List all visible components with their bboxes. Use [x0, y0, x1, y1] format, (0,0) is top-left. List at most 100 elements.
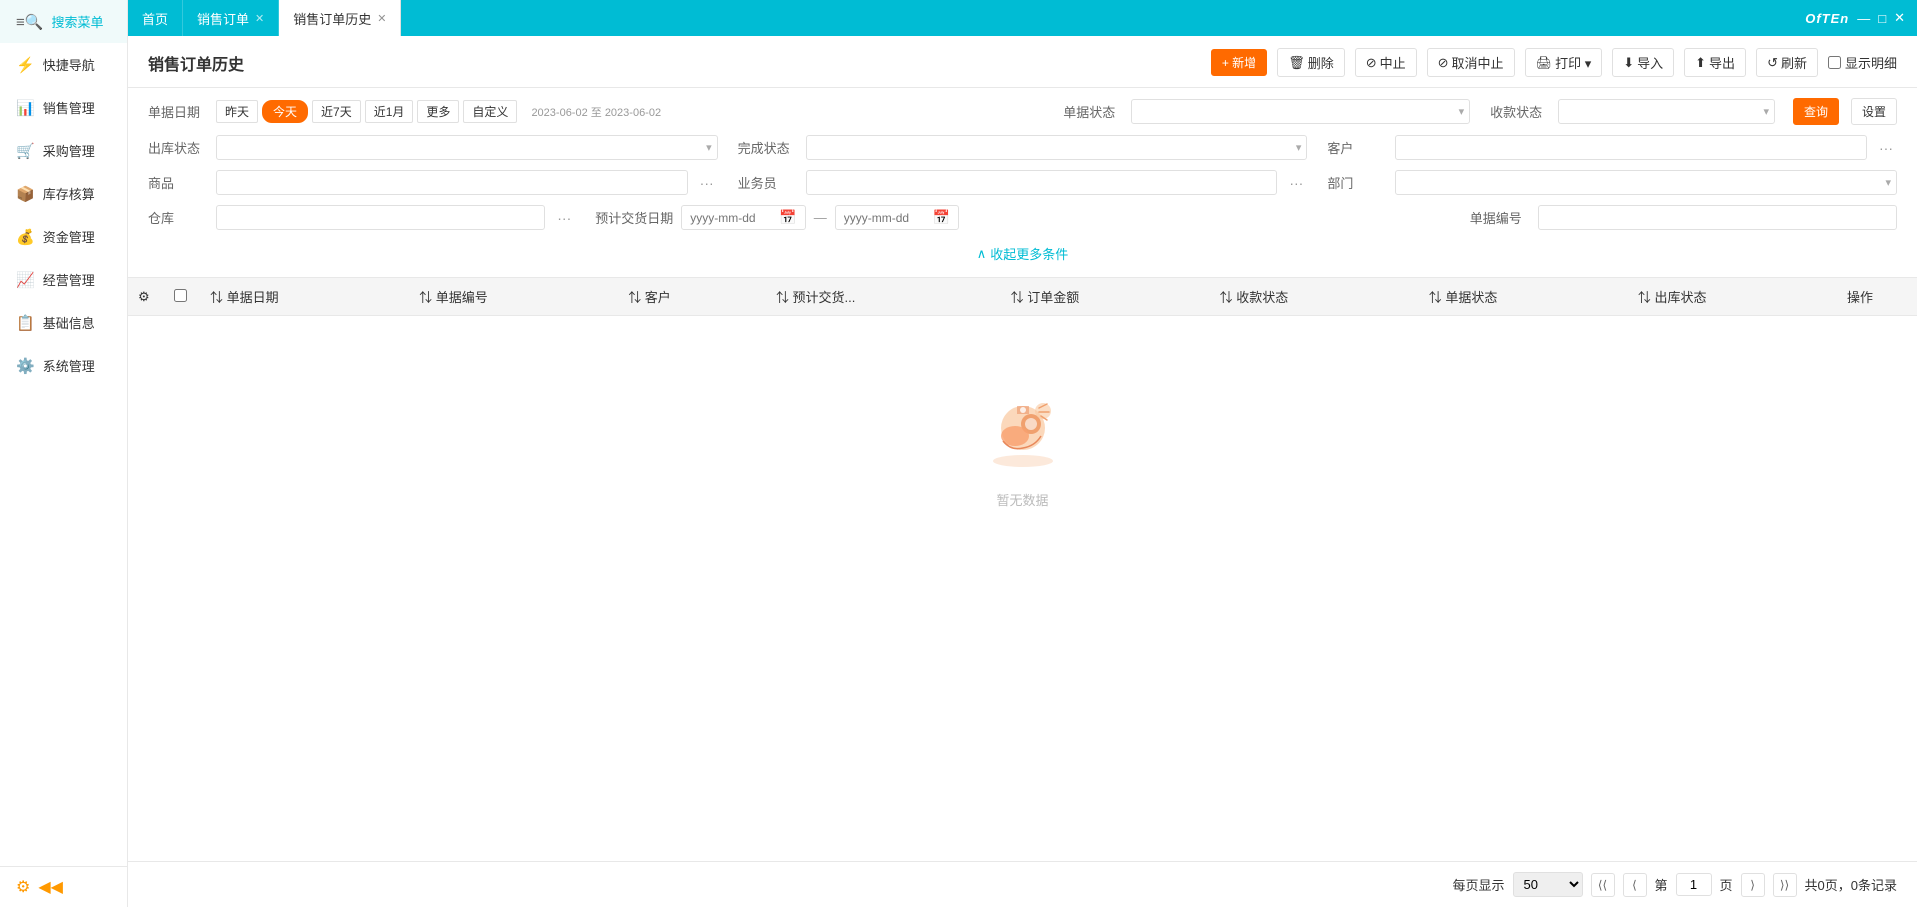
sidebar-item-capital-mgmt[interactable]: 💰 资金管理 — [0, 215, 127, 258]
next-page-btn[interactable]: ⟩ — [1741, 873, 1765, 897]
toolbar: + 新增 🗑 🗑 删除 删除 ⊘ 中止 ⊘ 取消中止 — [1211, 48, 1897, 77]
collapse-label: 收起更多条件 — [990, 244, 1068, 263]
sidebar-label-sales-mgmt: 销售管理 — [43, 98, 95, 117]
delivery-date-from-input[interactable] — [690, 211, 775, 225]
table-header-row: ⚙ ⇅ 单据日期 ⇅ 单据编号 ⇅ 客户 — [128, 278, 1917, 316]
inventory-check-icon: 📦 — [16, 185, 35, 203]
collapse-up-icon: ∧ — [977, 246, 987, 262]
product-input[interactable] — [216, 170, 688, 195]
page-input[interactable] — [1676, 873, 1712, 896]
topbar-min-btn[interactable]: — — [1857, 11, 1870, 26]
tab-sales-order-close[interactable]: ✕ — [255, 12, 264, 25]
cancel-stop-button[interactable]: ⊘ 取消中止 — [1427, 48, 1515, 77]
payment-status-label: 收款状态 — [1490, 102, 1550, 121]
date-range-text: 2023-06-02 至 2023-06-02 — [531, 104, 661, 120]
date-btn-more[interactable]: 更多 — [417, 100, 459, 123]
th-payment-status-label: ⇅ 收款状态 — [1220, 290, 1289, 305]
capital-mgmt-icon: 💰 — [16, 228, 35, 246]
topbar-brand: OfTEn — [1805, 11, 1849, 26]
last-page-btn[interactable]: ⟩⟩ — [1773, 873, 1797, 897]
sidebar-item-search-menu[interactable]: ≡🔍 搜索菜单 — [0, 0, 127, 43]
topbar: 首页 销售订单 ✕ 销售订单历史 ✕ OfTEn — □ ✕ — [128, 0, 1917, 36]
filter-complete-status: 完成状态 ▾ — [738, 135, 1308, 160]
salesperson-dots-btn[interactable]: ··· — [1285, 175, 1307, 191]
date-btn-yesterday[interactable]: 昨天 — [216, 100, 258, 123]
customer-input[interactable] — [1395, 135, 1867, 160]
date-btn-1month[interactable]: 近1月 — [365, 100, 414, 123]
prev-page-btn[interactable]: ⟨ — [1623, 873, 1647, 897]
tab-sales-order-history[interactable]: 销售订单历史 ✕ — [279, 0, 401, 36]
sidebar-item-system-mgmt[interactable]: ⚙️ 系统管理 — [0, 344, 127, 387]
complete-status-label: 完成状态 — [738, 138, 798, 157]
warehouse-dots-btn[interactable]: ··· — [553, 210, 575, 226]
sidebar-collapse-icon[interactable]: ◀◀ — [38, 877, 63, 897]
date-btn-custom[interactable]: 自定义 — [463, 100, 517, 123]
show-detail-checkbox-label[interactable]: 显示明细 — [1828, 53, 1897, 72]
table-settings-icon[interactable]: ⚙ — [138, 289, 150, 304]
new-button[interactable]: + 新增 — [1211, 49, 1267, 76]
warehouse-input[interactable] — [216, 205, 545, 230]
order-status-select[interactable] — [1131, 99, 1470, 124]
date-btn-7days[interactable]: 近7天 — [312, 100, 361, 123]
payment-status-select[interactable] — [1558, 99, 1775, 124]
sidebar-item-inventory-check[interactable]: 📦 库存核算 — [0, 172, 127, 215]
sidebar-item-basic-info[interactable]: 📋 基础信息 — [0, 301, 127, 344]
sales-mgmt-icon: 📊 — [16, 99, 35, 117]
filter-order-status: 单据状态 ▾ — [1063, 99, 1470, 124]
settings-button[interactable]: 设置 — [1851, 98, 1897, 125]
th-checkbox — [164, 278, 200, 316]
export-button[interactable]: ⬆ 导出 — [1684, 48, 1746, 77]
delivery-date-to-calendar-icon[interactable]: 📅 — [933, 209, 950, 226]
sidebar-settings-icon[interactable]: ⚙ — [16, 877, 30, 897]
first-page-btn[interactable]: ⟨⟨ — [1591, 873, 1615, 897]
filter-row-1: 单据日期 昨天 今天 近7天 近1月 更多 自定义 2023-06-02 至 2… — [148, 98, 1897, 125]
delivery-date-to-input[interactable] — [844, 211, 929, 225]
product-dots-btn[interactable]: ··· — [696, 175, 718, 191]
refresh-button[interactable]: ↺ 刷新 — [1756, 48, 1818, 77]
complete-status-select-wrapper: ▾ — [806, 135, 1308, 160]
select-all-checkbox[interactable] — [174, 289, 187, 302]
salesperson-input[interactable] — [806, 170, 1278, 195]
dept-label: 部门 — [1327, 173, 1387, 192]
customer-dots-btn[interactable]: ··· — [1875, 140, 1897, 156]
sidebar-item-quick-nav[interactable]: ⚡ 快捷导航 — [0, 43, 127, 86]
th-out-status: ⇅ 出库状态 — [1628, 278, 1837, 316]
show-detail-checkbox[interactable] — [1828, 56, 1841, 69]
warehouse-label: 仓库 — [148, 208, 208, 227]
dept-select[interactable] — [1395, 170, 1897, 195]
topbar-right: OfTEn — □ ✕ — [1805, 10, 1917, 26]
date-label: 单据日期 — [148, 102, 208, 121]
sidebar-label-search-menu: 搜索菜单 — [51, 12, 103, 31]
data-table: ⚙ ⇅ 单据日期 ⇅ 单据编号 ⇅ 客户 — [128, 278, 1917, 569]
per-page-select[interactable]: 50 10 20 100 — [1513, 872, 1583, 897]
sidebar-item-purchase-mgmt[interactable]: 🛒 采购管理 — [0, 129, 127, 172]
stop-button[interactable]: ⊘ 中止 — [1355, 48, 1417, 77]
topbar-max-btn[interactable]: □ — [1878, 11, 1886, 26]
filter-product: 商品 ··· — [148, 170, 718, 195]
page-title-row: 销售订单历史 + 新增 🗑 🗑 删除 删除 ⊘ 中止 ⊘ 取消中止 — [148, 48, 1897, 77]
topbar-close-btn[interactable]: ✕ — [1894, 10, 1905, 26]
filter-payment-status: 收款状态 ▾ 查询 设置 — [1490, 98, 1897, 125]
tab-sales-order-history-close[interactable]: ✕ — [377, 12, 386, 25]
tab-home[interactable]: 首页 — [128, 0, 183, 36]
sidebar-label-capital-mgmt: 资金管理 — [43, 227, 95, 246]
order-no-input[interactable] — [1538, 205, 1897, 230]
out-status-label: 出库状态 — [148, 138, 208, 157]
tab-sales-order[interactable]: 销售订单 ✕ — [183, 0, 279, 36]
delete-button[interactable]: 🗑 🗑 删除 删除 — [1277, 48, 1345, 77]
show-detail-label: 显示明细 — [1845, 53, 1897, 72]
sidebar-item-operations-mgmt[interactable]: 📈 经营管理 — [0, 258, 127, 301]
delivery-date-from-calendar-icon[interactable]: 📅 — [779, 209, 796, 226]
date-buttons: 昨天 今天 近7天 近1月 更多 自定义 — [216, 100, 517, 123]
print-button[interactable]: 🖨 打印 ▾ — [1525, 48, 1603, 77]
out-status-select[interactable] — [216, 135, 718, 160]
import-button[interactable]: ⬇ 导入 — [1612, 48, 1674, 77]
sidebar-item-sales-mgmt[interactable]: 📊 销售管理 — [0, 86, 127, 129]
date-btn-today[interactable]: 今天 — [262, 100, 308, 123]
collapse-row[interactable]: ∧ 收起更多条件 — [148, 240, 1897, 267]
query-button[interactable]: 查询 — [1793, 98, 1839, 125]
salesperson-label: 业务员 — [738, 173, 798, 192]
filter-section: 单据日期 昨天 今天 近7天 近1月 更多 自定义 2023-06-02 至 2… — [128, 88, 1917, 278]
complete-status-select[interactable] — [806, 135, 1308, 160]
quick-nav-icon: ⚡ — [16, 56, 35, 74]
